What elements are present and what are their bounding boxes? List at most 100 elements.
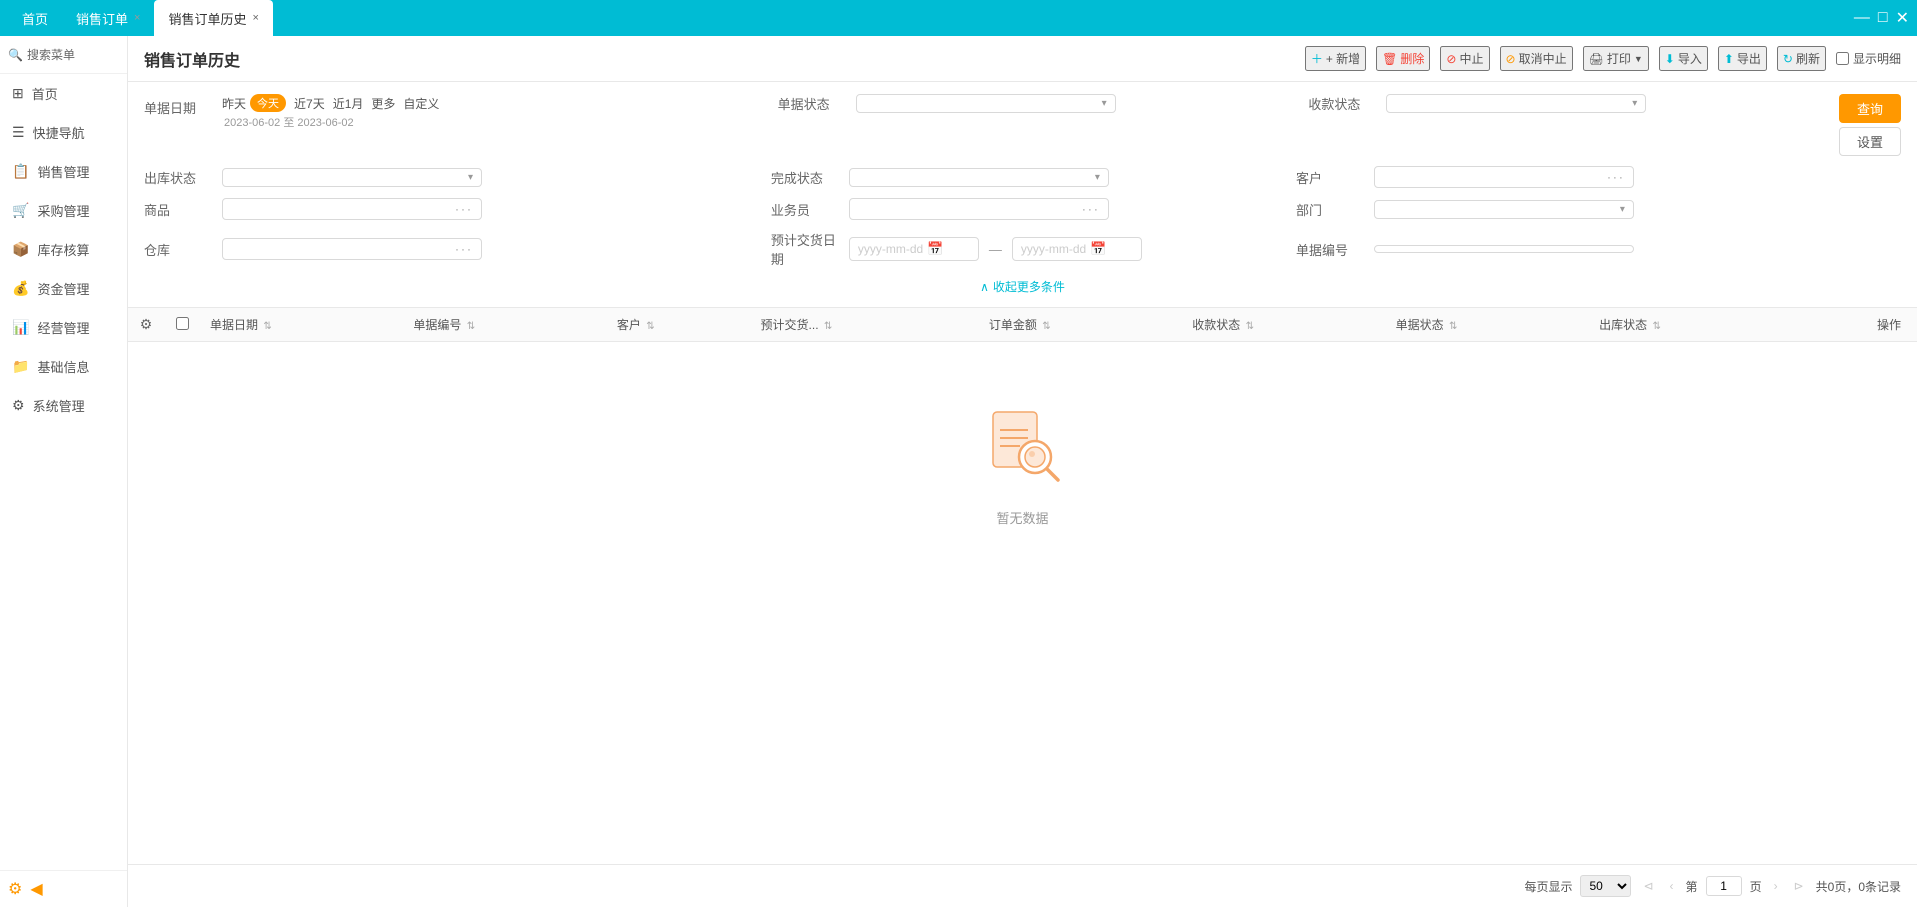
- stop-button[interactable]: ⊘ 中止: [1440, 46, 1489, 71]
- import-button[interactable]: ⬇ 导入: [1659, 46, 1708, 71]
- tab-home[interactable]: 首页: [8, 0, 62, 36]
- date-opt-custom[interactable]: 自定义: [403, 95, 439, 112]
- start-date-placeholder: yyyy-mm-dd: [858, 242, 923, 256]
- sidebar-item-finance-label: 资金管理: [37, 279, 89, 298]
- date-opt-yesterday[interactable]: 昨天: [222, 95, 246, 112]
- page-title: 销售订单历史: [144, 47, 240, 71]
- date-opt-more[interactable]: 更多: [371, 95, 395, 112]
- date-opt-1month[interactable]: 近1月: [333, 95, 364, 112]
- sidebar-item-system-label: 系统管理: [33, 396, 85, 415]
- top-bar: 首页 销售订单 × 销售订单历史 × — □ ✕: [0, 0, 1917, 36]
- tab-sales-order-label: 销售订单: [76, 9, 128, 28]
- date-opt-today[interactable]: 今天: [250, 94, 286, 112]
- last-page-button[interactable]: ⊳: [1790, 877, 1808, 895]
- close-window-button[interactable]: ✕: [1896, 8, 1909, 28]
- display-detail-toggle[interactable]: 显示明细: [1836, 50, 1901, 67]
- table-header-row: ⚙ 单据日期 ⇅ 单据编号 ⇅: [128, 308, 1917, 342]
- warehouse-field[interactable]: ···: [222, 238, 482, 260]
- base-info-icon: 📁: [12, 358, 29, 375]
- receipt-status-select[interactable]: ▾: [1386, 94, 1646, 113]
- stop-icon: ⊘: [1446, 52, 1456, 66]
- sort-order-amount-icon: ⇅: [1042, 321, 1050, 332]
- product-label: 商品: [144, 200, 214, 219]
- sidebar-item-sales[interactable]: 📋 销售管理: [0, 152, 127, 191]
- outbound-status-select[interactable]: ▾: [222, 168, 482, 187]
- quick-nav-icon: ☰: [12, 124, 25, 141]
- th-doc-status[interactable]: 单据状态 ⇅: [1386, 308, 1589, 342]
- refresh-button[interactable]: ↻ 刷新: [1777, 46, 1826, 71]
- salesperson-field[interactable]: ···: [849, 198, 1109, 220]
- collapse-sidebar-icon[interactable]: ◀: [30, 879, 42, 899]
- page-suffix: 页: [1750, 878, 1762, 895]
- setting-button[interactable]: 设置: [1839, 127, 1901, 156]
- collapse-up-icon: ∧: [980, 280, 989, 294]
- sort-doc-status-icon: ⇅: [1449, 321, 1457, 332]
- page-header: 销售订单历史 ＋ + 新增 🗑 删除 ⊘ 中止 ⊘ 取消中止: [128, 36, 1917, 82]
- th-doc-no[interactable]: 单据编号 ⇅: [403, 308, 606, 342]
- display-detail-checkbox[interactable]: [1836, 52, 1849, 65]
- th-receipt-status[interactable]: 收款状态 ⇅: [1182, 308, 1385, 342]
- sidebar-item-system[interactable]: ⚙ 系统管理: [0, 386, 127, 425]
- refresh-icon: ↻: [1783, 52, 1793, 66]
- export-button[interactable]: ⬆ 导出: [1718, 46, 1767, 71]
- sidebar-item-purchase[interactable]: 🛒 采购管理: [0, 191, 127, 230]
- doc-number-field[interactable]: [1374, 245, 1634, 253]
- doc-status-label: 单据状态: [778, 94, 848, 113]
- sort-customer-icon: ⇅: [646, 321, 654, 332]
- product-field[interactable]: ···: [222, 198, 482, 220]
- sidebar-item-base-info[interactable]: 📁 基础信息: [0, 347, 127, 386]
- th-outbound-status[interactable]: 出库状态 ⇅: [1589, 308, 1792, 342]
- system-icon: ⚙: [12, 397, 25, 414]
- expected-delivery-start[interactable]: yyyy-mm-dd 📅: [849, 237, 979, 261]
- tab-sales-order[interactable]: 销售订单 ×: [62, 0, 154, 36]
- sidebar: 🔍 搜索菜单 ⊞ 首页 ☰ 快捷导航 📋 销售管理 🛒 采购管理 📦 库存核算 …: [0, 36, 128, 907]
- import-icon: ⬇: [1665, 52, 1675, 66]
- sidebar-item-finance[interactable]: 💰 资金管理: [0, 269, 127, 308]
- date-opt-7days[interactable]: 近7天: [294, 95, 325, 112]
- sort-outbound-status-icon: ⇅: [1652, 321, 1660, 332]
- th-expected-delivery[interactable]: 预计交货... ⇅: [751, 308, 979, 342]
- sidebar-bottom: ⚙ ◀: [0, 870, 127, 907]
- prev-page-button[interactable]: ‹: [1666, 877, 1678, 895]
- tab-sales-order-history-close[interactable]: ×: [252, 12, 258, 24]
- page-label: 第: [1686, 878, 1698, 895]
- minimize-button[interactable]: —: [1854, 9, 1870, 27]
- window-controls: — □ ✕: [1854, 8, 1909, 28]
- empty-state: 暂无数据: [128, 342, 1917, 587]
- search-menu[interactable]: 🔍 搜索菜单: [0, 36, 127, 74]
- sidebar-item-inventory[interactable]: 📦 库存核算: [0, 230, 127, 269]
- collapse-label: 收起更多条件: [993, 278, 1065, 295]
- delete-button[interactable]: 🗑 删除: [1376, 46, 1430, 71]
- tab-sales-order-history[interactable]: 销售订单历史 ×: [154, 0, 272, 36]
- sales-icon: 📋: [12, 163, 29, 180]
- first-page-button[interactable]: ⊲: [1639, 877, 1657, 895]
- expected-delivery-end[interactable]: yyyy-mm-dd 📅: [1012, 237, 1142, 261]
- new-button[interactable]: ＋ + 新增: [1305, 46, 1366, 71]
- settings-icon[interactable]: ⚙: [8, 879, 22, 899]
- sidebar-item-quick-nav[interactable]: ☰ 快捷导航: [0, 113, 127, 152]
- completion-status-select[interactable]: ▾: [849, 168, 1109, 187]
- receipt-status-arrow: ▾: [1632, 98, 1637, 109]
- tab-sales-order-close[interactable]: ×: [134, 12, 140, 24]
- doc-status-select[interactable]: ▾: [856, 94, 1116, 113]
- maximize-button[interactable]: □: [1878, 9, 1888, 27]
- sidebar-item-operations[interactable]: 📊 经营管理: [0, 308, 127, 347]
- table-settings-gear[interactable]: ⚙: [140, 316, 153, 332]
- print-button[interactable]: 🖨 打印 ▼: [1583, 46, 1649, 71]
- customer-dots: ···: [1607, 170, 1625, 184]
- customer-field[interactable]: ···: [1374, 166, 1634, 188]
- sidebar-item-home-label: 首页: [32, 84, 58, 103]
- th-doc-date[interactable]: 单据日期 ⇅: [200, 308, 403, 342]
- query-button[interactable]: 查询: [1839, 94, 1901, 123]
- select-all-checkbox[interactable]: [176, 317, 189, 330]
- page-number-input[interactable]: [1706, 876, 1742, 896]
- finance-icon: 💰: [12, 280, 29, 297]
- collapse-filters-bar[interactable]: ∧ 收起更多条件: [144, 274, 1901, 295]
- department-select[interactable]: ▾: [1374, 200, 1634, 219]
- th-order-amount[interactable]: 订单金额 ⇅: [979, 308, 1182, 342]
- sidebar-item-home[interactable]: ⊞ 首页: [0, 74, 127, 113]
- next-page-button[interactable]: ›: [1770, 877, 1782, 895]
- cancel-stop-button[interactable]: ⊘ 取消中止: [1500, 46, 1573, 71]
- per-page-select[interactable]: 10 20 50 100: [1580, 875, 1631, 897]
- th-customer[interactable]: 客户 ⇅: [607, 308, 751, 342]
